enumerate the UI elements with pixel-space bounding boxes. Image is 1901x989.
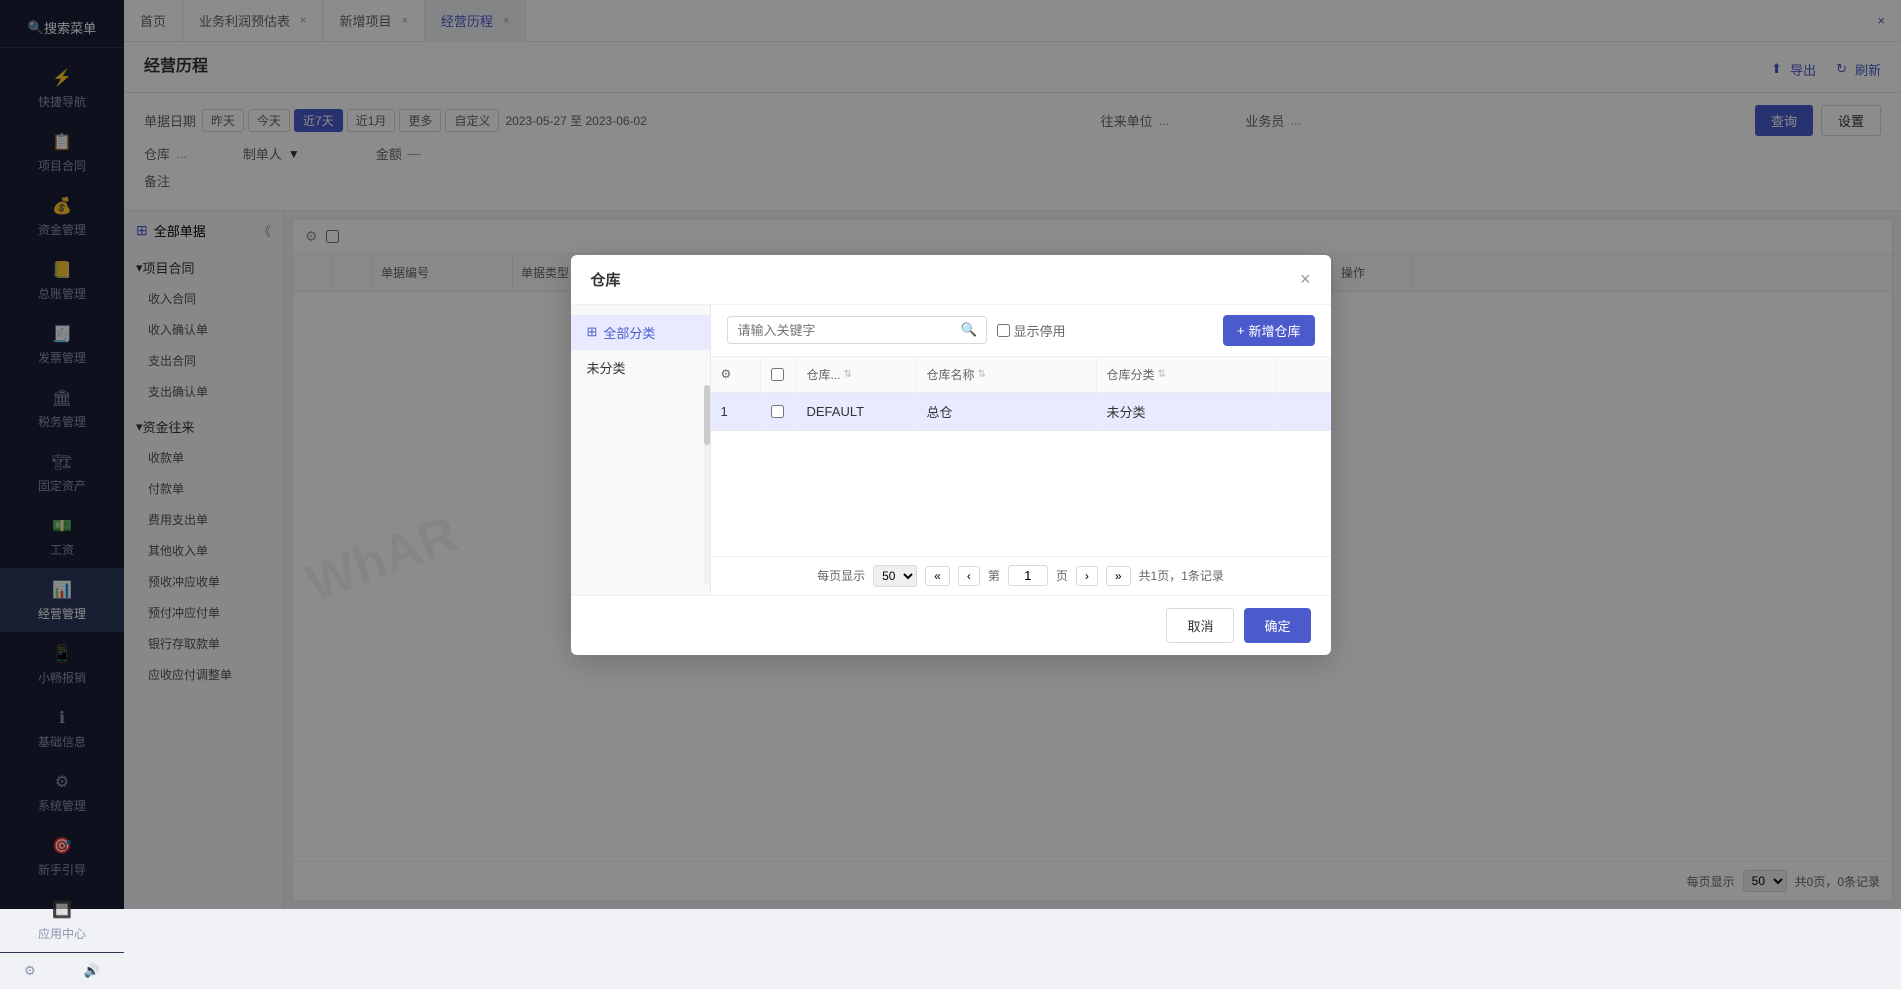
modal-prev-page-btn[interactable]: ‹ — [958, 566, 980, 586]
modal-last-page-btn[interactable]: » — [1106, 566, 1131, 586]
modal-footer: 取消 确定 — [571, 595, 1331, 655]
modal-category-sidebar: ⊞ 全部分类 未分类 — [571, 305, 711, 595]
warehouse-modal: 仓库 × ⊞ 全部分类 未分类 — [571, 255, 1331, 655]
modal-th-code-label: 仓库... — [807, 366, 841, 383]
add-warehouse-label: 新增仓库 — [1248, 321, 1300, 340]
modal-table-header: ⚙ 仓库... ⇅ 仓库名称 ⇅ — [711, 357, 1331, 393]
settings-icon[interactable]: ⚙ — [24, 963, 36, 979]
modal-toolbar: 🔍 显示停用 + 新增仓库 — [711, 305, 1331, 357]
modal-first-page-btn[interactable]: « — [925, 566, 950, 586]
modal-table-row[interactable]: 1 DEFAULT 总仓 未分类 — [711, 393, 1331, 431]
modal-header: 仓库 × — [571, 255, 1331, 305]
modal-body: ⊞ 全部分类 未分类 🔍 — [571, 305, 1331, 595]
row-category: 未分类 — [1097, 393, 1277, 430]
modal-title: 仓库 — [591, 269, 621, 290]
modal-table: ⚙ 仓库... ⇅ 仓库名称 ⇅ — [711, 357, 1331, 556]
modal-close-btn[interactable]: × — [1300, 269, 1311, 290]
sidebar-scroll-area — [571, 385, 710, 585]
modal-th-name-label: 仓库名称 — [927, 366, 975, 383]
show-disabled-checkbox[interactable] — [997, 324, 1010, 337]
all-category-label: 全部分类 — [603, 323, 655, 342]
sort-code-icon[interactable]: ⇅ — [844, 369, 852, 380]
modal-page-suffix: 页 — [1056, 567, 1068, 584]
add-warehouse-btn[interactable]: + 新增仓库 — [1223, 315, 1315, 346]
modal-pagination: 每页显示 50 « ‹ 第 页 › » 共1页，1条记录 — [711, 556, 1331, 595]
sidebar-item-label: 应用中心 — [38, 925, 86, 942]
scroll-track — [704, 385, 710, 585]
modal-total-info: 共1页，1条记录 — [1139, 567, 1224, 584]
grid-small-icon: ⊞ — [587, 324, 598, 340]
modal-search-input[interactable] — [728, 318, 953, 343]
sort-category-icon[interactable]: ⇅ — [1158, 369, 1166, 380]
modal-th-seq: ⚙ — [711, 357, 761, 392]
modal-per-page-label: 每页显示 — [817, 567, 865, 584]
modal-th-category-label: 仓库分类 — [1107, 366, 1155, 383]
modal-overlay: 仓库 × ⊞ 全部分类 未分类 — [0, 0, 1901, 909]
modal-main-area: 🔍 显示停用 + 新增仓库 ⚙ — [711, 305, 1331, 595]
search-box: 🔍 — [727, 316, 987, 344]
modal-per-page-select[interactable]: 50 — [873, 565, 917, 587]
modal-page-prefix: 第 — [988, 567, 1000, 584]
row-code: DEFAULT — [797, 393, 917, 430]
modal-search-btn[interactable]: 🔍 — [953, 317, 986, 343]
modal-page-input[interactable] — [1008, 565, 1048, 586]
settings-col-icon[interactable]: ⚙ — [721, 367, 732, 381]
scroll-thumb[interactable] — [704, 385, 710, 445]
plus-icon: + — [1237, 323, 1245, 338]
show-disabled-label[interactable]: 显示停用 — [997, 321, 1066, 340]
sort-name-icon[interactable]: ⇅ — [978, 369, 986, 380]
show-disabled-text: 显示停用 — [1014, 321, 1066, 340]
uncategorized-label: 未分类 — [587, 358, 626, 377]
modal-select-all[interactable] — [771, 368, 784, 381]
row-seq: 1 — [711, 393, 761, 430]
modal-th-checkbox — [761, 357, 797, 392]
modal-th-code: 仓库... ⇅ — [797, 357, 917, 392]
modal-th-category: 仓库分类 ⇅ — [1097, 357, 1277, 392]
row-name: 总仓 — [917, 393, 1097, 430]
cancel-button[interactable]: 取消 — [1166, 608, 1234, 643]
modal-next-page-btn[interactable]: › — [1076, 566, 1098, 586]
volume-icon[interactable]: 🔊 — [84, 963, 100, 979]
row-select-checkbox[interactable] — [771, 405, 784, 418]
confirm-button[interactable]: 确定 — [1244, 608, 1310, 643]
row-checkbox — [761, 393, 797, 430]
modal-sidebar-uncategorized[interactable]: 未分类 — [571, 350, 710, 385]
sidebar-bottom: ⚙ 🔊 — [0, 952, 124, 989]
modal-th-name: 仓库名称 ⇅ — [917, 357, 1097, 392]
modal-sidebar-all-category[interactable]: ⊞ 全部分类 — [571, 315, 710, 350]
